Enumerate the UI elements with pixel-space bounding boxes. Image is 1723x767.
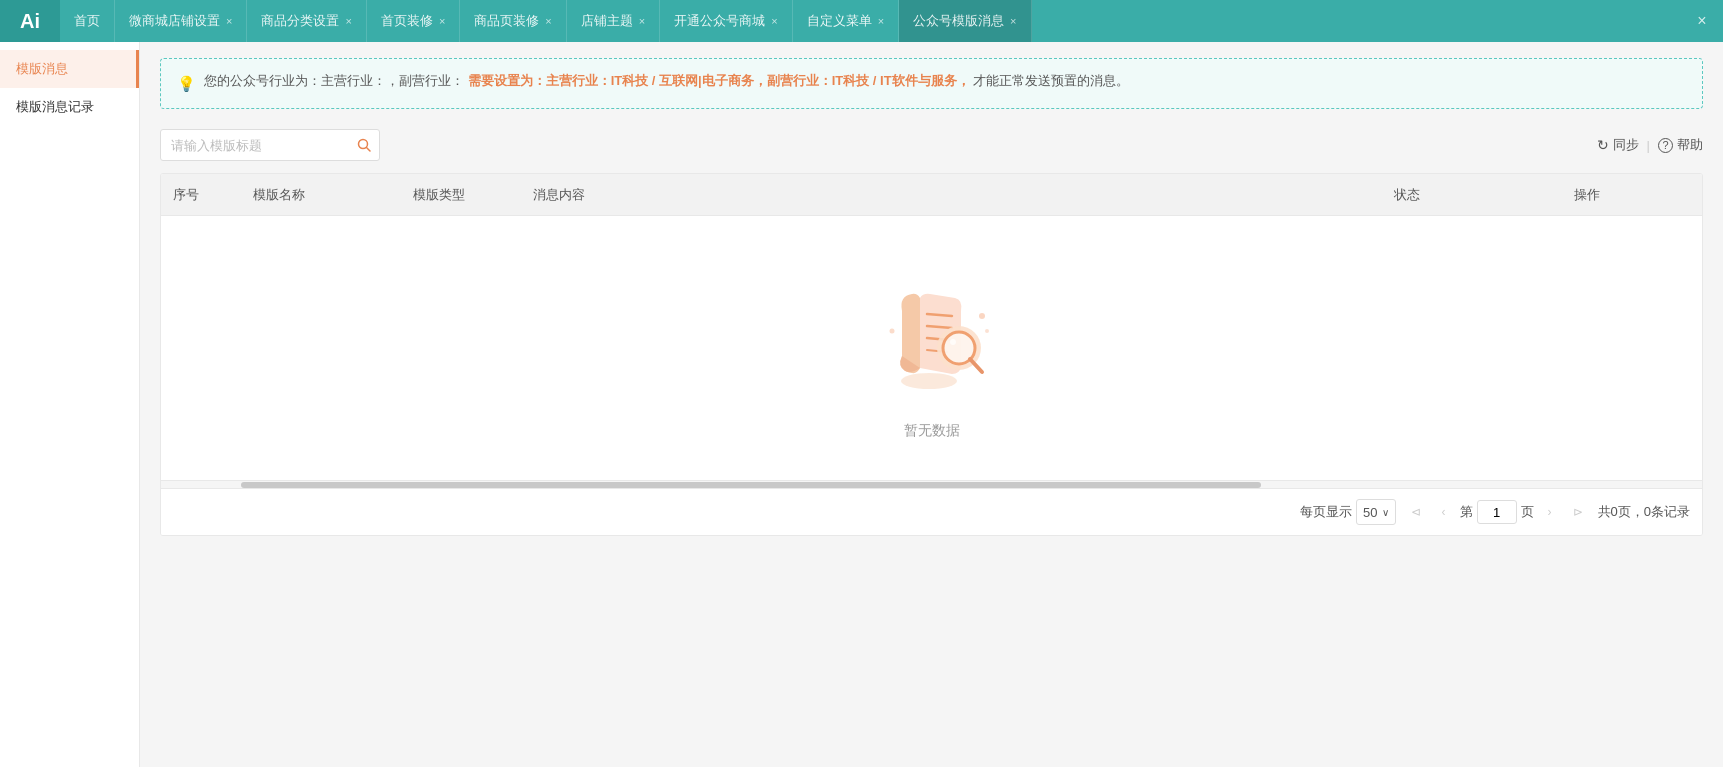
nav-tab-category[interactable]: 商品分类设置 × [247, 0, 366, 42]
nav-tab-template-msg[interactable]: 公众号模版消息 × [899, 0, 1031, 42]
th-content: 消息内容 [521, 186, 1382, 204]
search-button[interactable] [349, 129, 379, 161]
empty-text: 暂无数据 [904, 422, 960, 440]
toolbar-right: ↻ 同步 | ? 帮助 [1597, 136, 1703, 154]
page-number-input[interactable] [1477, 500, 1517, 524]
nav-tabs-container: 首页 微商城店铺设置 × 商品分类设置 × 首页装修 × 商品页装修 × 店铺主… [60, 0, 1681, 42]
notice-box: 💡 您的公众号行业为：主营行业：，副营行业： 需要设置为：主营行业：IT科技 /… [160, 58, 1703, 109]
data-table: 序号 模版名称 模版类型 消息内容 状态 操作 [160, 173, 1703, 536]
th-type: 模版类型 [401, 186, 521, 204]
th-index: 序号 [161, 186, 241, 204]
page-size-value: 50 [1363, 505, 1377, 520]
page-prev-button[interactable]: ‹ [1432, 500, 1456, 524]
horizontal-scrollbar[interactable] [161, 480, 1702, 488]
toolbar: ↻ 同步 | ? 帮助 [160, 129, 1703, 161]
empty-illustration [867, 276, 997, 406]
close-tab-store-settings[interactable]: × [226, 16, 232, 27]
nav-tab-home[interactable]: 首页 [60, 0, 115, 42]
close-tab-template-msg[interactable]: × [1010, 16, 1016, 27]
sidebar: 模版消息 模版消息记录 [0, 42, 140, 767]
top-nav: Ai 首页 微商城店铺设置 × 商品分类设置 × 首页装修 × 商品页装修 × … [0, 0, 1723, 42]
page-label-before: 第 [1460, 503, 1473, 521]
notice-icon: 💡 [177, 72, 196, 96]
pagination: 每页显示 50 ∨ ⊲ ‹ 第 页 › ⊳ 共0页，0条记录 [161, 488, 1702, 535]
help-label: 帮助 [1677, 136, 1703, 154]
help-icon: ? [1658, 138, 1673, 153]
sync-label: 同步 [1613, 136, 1639, 154]
sync-icon: ↻ [1597, 137, 1609, 153]
page-size-label: 每页显示 [1300, 503, 1352, 521]
nav-tab-open-mall[interactable]: 开通公众号商城 × [660, 0, 792, 42]
close-tab-theme[interactable]: × [639, 16, 645, 27]
scroll-thumb[interactable] [241, 482, 1261, 488]
page-first-button[interactable]: ⊲ [1404, 500, 1428, 524]
main-layout: 模版消息 模版消息记录 💡 您的公众号行业为：主营行业：，副营行业： 需要设置为… [0, 42, 1723, 767]
nav-tab-home-decor[interactable]: 首页装修 × [367, 0, 460, 42]
svg-line-1 [367, 148, 371, 152]
search-input[interactable] [161, 138, 349, 153]
close-tab-open-mall[interactable]: × [771, 16, 777, 27]
toolbar-divider: | [1647, 138, 1650, 153]
brand-logo: Ai [0, 0, 60, 42]
dropdown-arrow-icon: ∨ [1382, 507, 1389, 518]
search-wrap [160, 129, 380, 161]
close-tab-product-decor[interactable]: × [545, 16, 551, 27]
notice-text-highlight: 需要设置为：主营行业：IT科技 / 互联网|电子商务，副营行业：IT科技 / I… [468, 73, 970, 88]
svg-point-2 [901, 373, 957, 389]
sidebar-item-template-msg-records[interactable]: 模版消息记录 [0, 88, 139, 126]
close-tab-home-decor[interactable]: × [439, 16, 445, 27]
svg-point-13 [985, 329, 989, 333]
close-tab-custom-menu[interactable]: × [878, 16, 884, 27]
page-last-button[interactable]: ⊳ [1566, 500, 1590, 524]
close-tab-category[interactable]: × [345, 16, 351, 27]
page-nav: ⊲ ‹ 第 页 › ⊳ [1404, 500, 1590, 524]
page-total-info: 共0页，0条记录 [1598, 503, 1690, 521]
page-label-after: 页 [1521, 503, 1534, 521]
sync-button[interactable]: ↻ 同步 [1597, 136, 1639, 154]
sidebar-item-template-msg[interactable]: 模版消息 [0, 50, 139, 88]
svg-point-14 [889, 329, 894, 334]
search-icon [357, 138, 371, 152]
notice-text-before: 您的公众号行业为：主营行业：，副营行业： [204, 73, 464, 88]
svg-point-12 [979, 313, 985, 319]
nav-tab-product-decor[interactable]: 商品页装修 × [460, 0, 566, 42]
th-name: 模版名称 [241, 186, 401, 204]
close-all-tabs[interactable]: × [1681, 0, 1723, 42]
th-status: 状态 [1382, 186, 1562, 204]
empty-state: 暂无数据 [161, 216, 1702, 480]
help-button[interactable]: ? 帮助 [1658, 136, 1703, 154]
th-action: 操作 [1562, 186, 1702, 204]
notice-text-after: 才能正常发送预置的消息。 [973, 73, 1129, 88]
page-size-select: 每页显示 50 ∨ [1300, 499, 1395, 525]
svg-point-11 [950, 339, 956, 345]
nav-tab-custom-menu[interactable]: 自定义菜单 × [793, 0, 899, 42]
page-size-dropdown[interactable]: 50 ∨ [1356, 499, 1395, 525]
nav-tab-store-settings[interactable]: 微商城店铺设置 × [115, 0, 247, 42]
table-header: 序号 模版名称 模版类型 消息内容 状态 操作 [161, 174, 1702, 216]
nav-tab-theme[interactable]: 店铺主题 × [567, 0, 660, 42]
content-area: 💡 您的公众号行业为：主营行业：，副营行业： 需要设置为：主营行业：IT科技 /… [140, 42, 1723, 767]
page-next-button[interactable]: › [1538, 500, 1562, 524]
